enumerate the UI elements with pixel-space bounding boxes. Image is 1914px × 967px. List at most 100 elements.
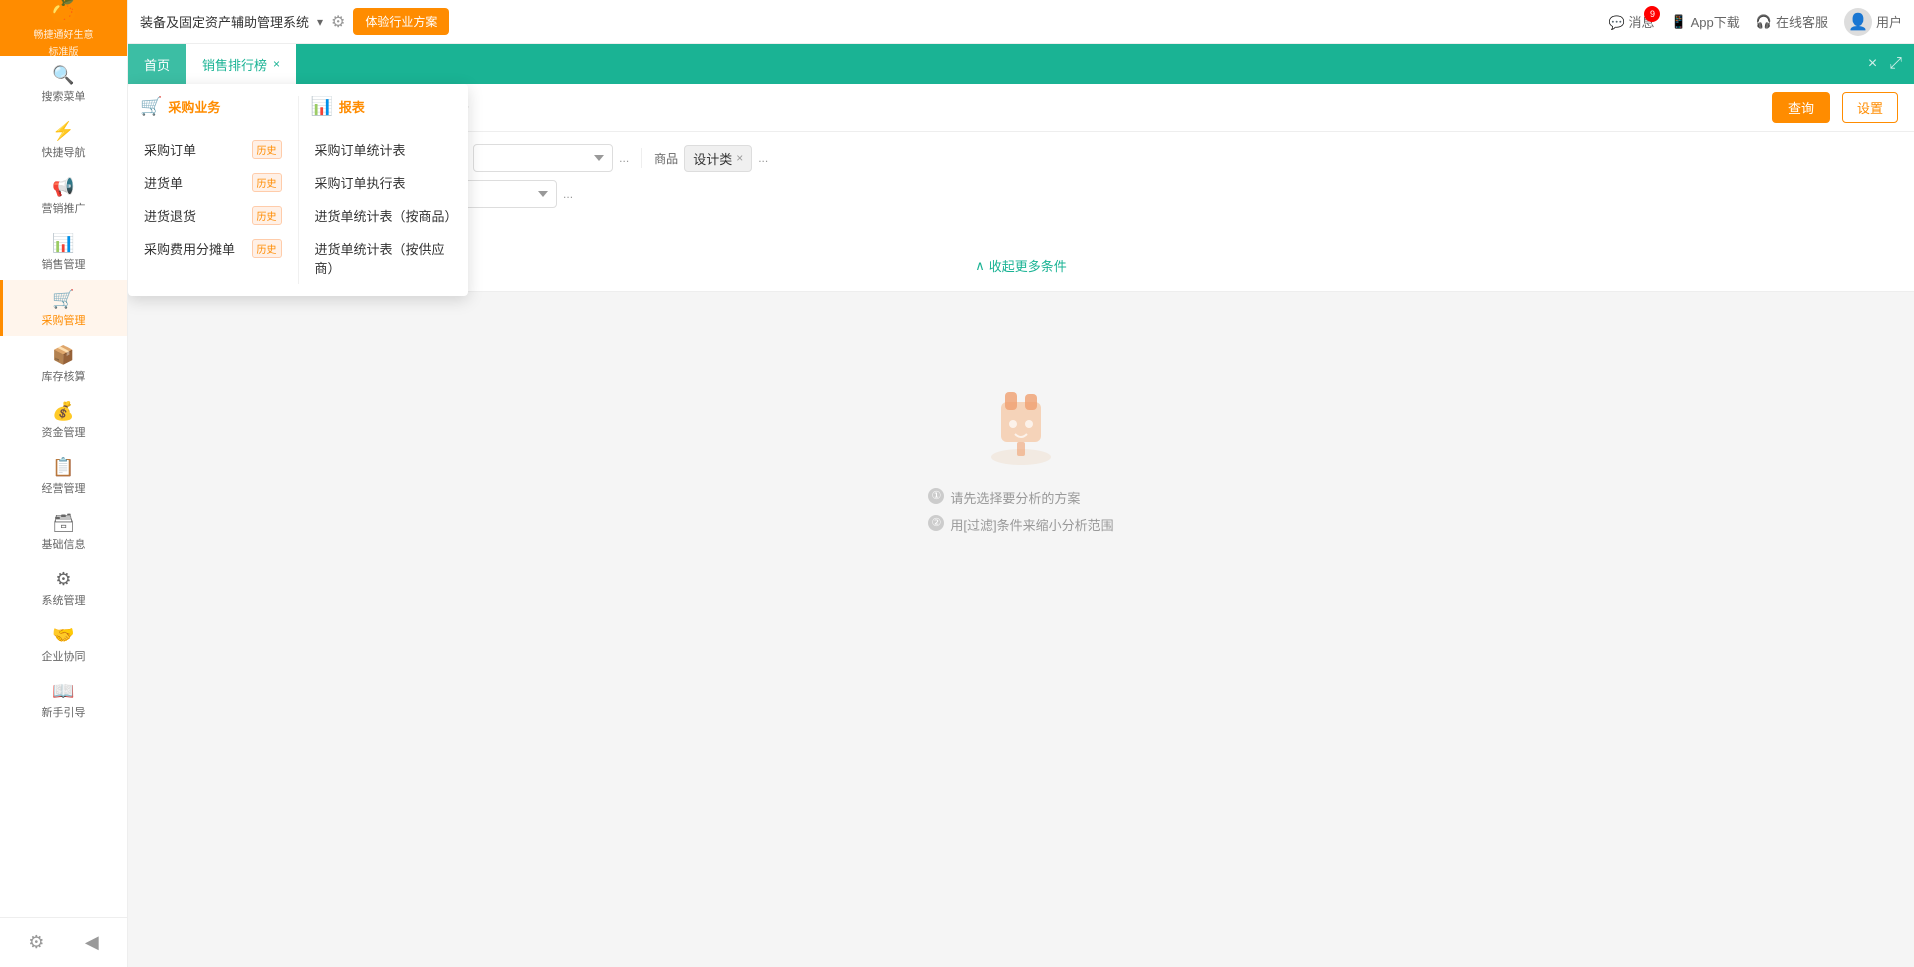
- phone-icon: 📱: [1670, 14, 1686, 30]
- dropdown-item-order-stat[interactable]: 采购订单统计表: [311, 133, 457, 166]
- tab-close-icon[interactable]: ×: [273, 57, 280, 71]
- dropdown-item-inbound[interactable]: 进货单 历史: [140, 166, 286, 199]
- tab-home[interactable]: 首页: [128, 44, 186, 84]
- hist-badge-return: 历史: [252, 206, 282, 225]
- filter-goods-tag-close[interactable]: ×: [736, 151, 743, 165]
- sidebar-label-guide: 新手引导: [42, 704, 86, 720]
- logo-title: 畅捷通好生意: [34, 26, 94, 41]
- hint-text-1: 请先选择要分析的方案: [950, 488, 1080, 507]
- sidebar-item-sales[interactable]: 📊 销售管理: [0, 224, 127, 280]
- dropdown-item-inbound-stat-supplier[interactable]: 进货单统计表（按供应商）: [311, 232, 457, 284]
- dropdown-item-label-order-exec: 采购订单执行表: [315, 173, 406, 192]
- sidebar-label-system: 系统管理: [42, 592, 86, 608]
- finance-icon: 💰: [52, 401, 74, 422]
- sidebar-item-guide[interactable]: 📖 新手引导: [0, 672, 127, 728]
- sidebar-settings-btn[interactable]: ⚙: [28, 932, 44, 953]
- user-button[interactable]: 👤 用户: [1844, 8, 1902, 36]
- dropdown-item-label-inbound-stat-goods: 进货单统计表（按商品）: [315, 206, 453, 225]
- header-gear-icon[interactable]: ⚙: [331, 12, 345, 32]
- logo: 🍊 畅捷通好生意 标准版: [0, 0, 127, 56]
- collapse-label: 收起更多条件: [989, 256, 1067, 275]
- dropdown-item-return[interactable]: 进货退货 历史: [140, 199, 286, 232]
- dropdown-item-expense[interactable]: 采购费用分摊单 历史: [140, 232, 286, 265]
- dropdown-item-label-expense: 采购费用分摊单: [144, 239, 235, 258]
- avatar: 👤: [1844, 8, 1872, 36]
- sidebar-label-search: 搜索菜单: [42, 88, 86, 104]
- empty-hints: ① 请先选择要分析的方案 ② 用[过滤]条件来缩小分析范围: [928, 484, 1113, 538]
- marketing-icon: 📢: [52, 177, 74, 198]
- message-icon: 💬: [1609, 15, 1625, 30]
- sidebar-item-system[interactable]: ⚙ 系统管理: [0, 560, 127, 616]
- sidebar-label-finance: 资金管理: [42, 424, 86, 440]
- sidebar-label-enterprise: 企业协同: [42, 648, 86, 664]
- operation-icon: 📋: [52, 457, 74, 478]
- purchase-dropdown-menu: 🛒 采购业务 采购订单 历史 进货单 历史 进货退货 历史 采购费用分摊单: [128, 84, 468, 296]
- dropdown-item-label-purchase-order: 采购订单: [144, 140, 196, 159]
- filter-goods-tag: 设计类 ×: [684, 145, 752, 172]
- hist-badge-expense: 历史: [252, 239, 282, 258]
- chevron-up-icon: ∧: [975, 258, 985, 274]
- tabs-bar: 首页 销售排行榜 × × ⤢: [128, 44, 1914, 84]
- dropdown-item-purchase-order[interactable]: 采购订单 历史: [140, 133, 286, 166]
- report-col-label: 报表: [339, 97, 365, 116]
- dropdown-purchase-title: 🛒 采购业务: [140, 96, 286, 123]
- message-button[interactable]: 💬 9 消息: [1609, 12, 1655, 31]
- purchase-icon: 🛒: [52, 289, 74, 310]
- sidebar-item-finance[interactable]: 💰 资金管理: [0, 392, 127, 448]
- dropdown-item-label-order-stat: 采购订单统计表: [315, 140, 406, 159]
- tabs-right: × ⤢: [1864, 51, 1914, 77]
- hint-num-2: ②: [928, 515, 944, 531]
- filter-goods-tag-value: 设计类: [693, 149, 732, 168]
- sales-icon: 📊: [52, 233, 74, 254]
- window-close-icon[interactable]: ×: [1864, 51, 1881, 77]
- sidebar-item-operation[interactable]: 📋 经营管理: [0, 448, 127, 504]
- report-col-icon: 📊: [311, 96, 333, 117]
- sidebar-item-base[interactable]: 🗃 基础信息: [0, 504, 127, 560]
- filter-doc-status-dots[interactable]: ...: [619, 151, 629, 165]
- sidebar-item-marketing[interactable]: 📢 营销推广: [0, 168, 127, 224]
- search-icon: 🔍: [52, 65, 74, 86]
- filter-divider-2: [641, 148, 642, 168]
- sidebar-item-search[interactable]: 🔍 搜索菜单: [0, 56, 127, 112]
- dropdown-purchase-col: 🛒 采购业务 采购订单 历史 进货单 历史 进货退货 历史 采购费用分摊单: [128, 96, 298, 284]
- filter-salesman-dots[interactable]: ...: [563, 187, 573, 201]
- sidebar-nav: 🔍 搜索菜单 ⚡ 快捷导航 📢 营销推广 📊 销售管理 🛒 采购管理 📦 库存核…: [0, 56, 127, 917]
- app-download-button[interactable]: 📱 App下载: [1670, 12, 1739, 31]
- tab-sales-rank[interactable]: 销售排行榜 ×: [186, 44, 296, 84]
- settings-button[interactable]: 设置: [1842, 92, 1898, 123]
- filter-goods-dots[interactable]: ...: [758, 151, 768, 165]
- empty-state: ① 请先选择要分析的方案 ② 用[过滤]条件来缩小分析范围: [128, 292, 1914, 618]
- online-service-button[interactable]: 🎧 在线客服: [1756, 12, 1828, 31]
- query-button[interactable]: 查询: [1772, 92, 1830, 123]
- system-icon: ⚙: [55, 569, 71, 590]
- header-title: 装备及固定资产辅助管理系统: [140, 12, 309, 31]
- online-label: 在线客服: [1776, 12, 1828, 31]
- sidebar-item-quick[interactable]: ⚡ 快捷导航: [0, 112, 127, 168]
- sidebar-item-inventory[interactable]: 📦 库存核算: [0, 336, 127, 392]
- sidebar-item-purchase[interactable]: 🛒 采购管理: [0, 280, 127, 336]
- sidebar-label-inventory: 库存核算: [42, 368, 86, 384]
- empty-icon: [971, 372, 1071, 472]
- window-expand-icon[interactable]: ⤢: [1885, 51, 1906, 77]
- app-label: App下载: [1691, 12, 1740, 31]
- header-right: 💬 9 消息 📱 App下载 🎧 在线客服 👤 用户: [1609, 8, 1902, 36]
- filter-doc-status-select-wrapper: [473, 144, 613, 172]
- base-icon: 🗃: [52, 513, 75, 534]
- sidebar-bottom: ⚙ ◀: [0, 917, 127, 967]
- dropdown-item-order-exec[interactable]: 采购订单执行表: [311, 166, 457, 199]
- sidebar-label-sales: 销售管理: [42, 256, 86, 272]
- hint-text-2: 用[过滤]条件来缩小分析范围: [950, 515, 1113, 534]
- hist-badge-inbound: 历史: [252, 173, 282, 192]
- sidebar-label-marketing: 营销推广: [42, 200, 86, 216]
- filter-doc-status-select[interactable]: [473, 144, 613, 172]
- sidebar-collapse-btn[interactable]: ◀: [85, 932, 99, 953]
- enterprise-icon: 🤝: [52, 625, 74, 646]
- header-dropdown-icon[interactable]: ▾: [317, 15, 323, 29]
- dropdown-report-title: 📊 报表: [311, 96, 457, 123]
- sidebar-item-enterprise[interactable]: 🤝 企业协同: [0, 616, 127, 672]
- dropdown-item-inbound-stat-goods[interactable]: 进货单统计表（按商品）: [311, 199, 457, 232]
- industry-button[interactable]: 体验行业方案: [353, 8, 449, 35]
- header: 装备及固定资产辅助管理系统 ▾ ⚙ 体验行业方案 💬 9 消息 📱 App下载 …: [128, 0, 1914, 44]
- guide-icon: 📖: [52, 681, 74, 702]
- purchase-col-label: 采购业务: [168, 97, 220, 116]
